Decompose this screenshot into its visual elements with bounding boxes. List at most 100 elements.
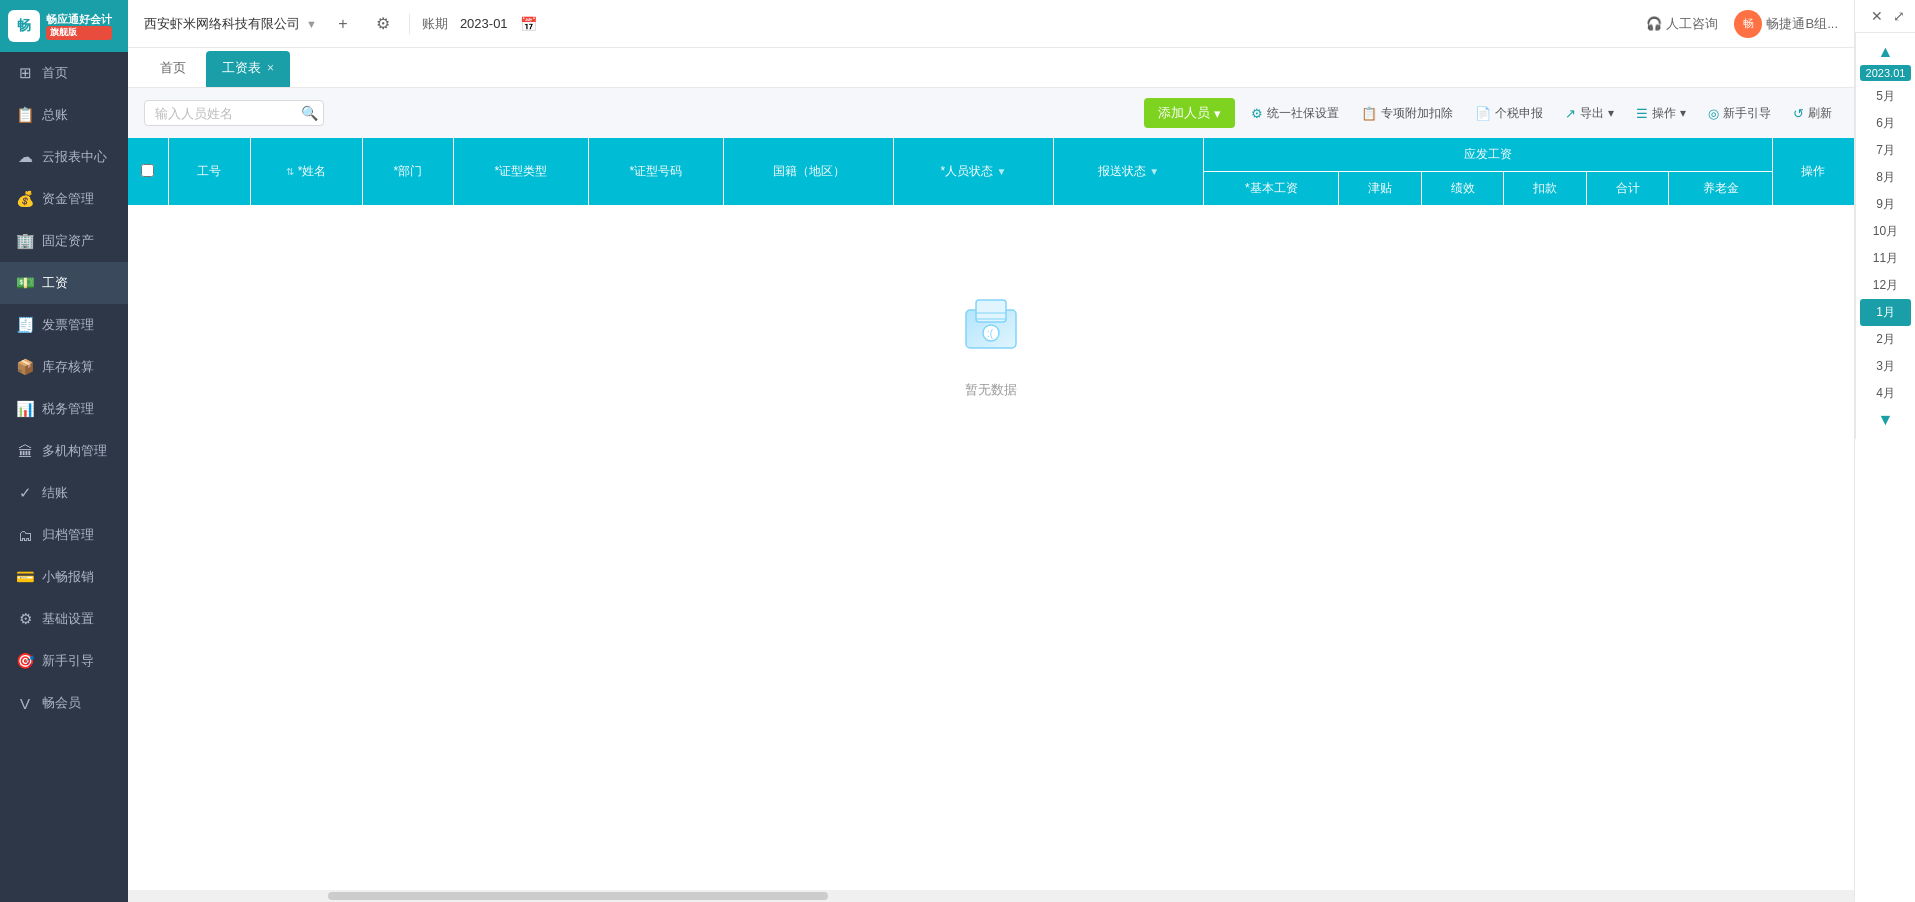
sidebar-icon-15: V bbox=[16, 695, 34, 712]
export-button[interactable]: ↗ 导出 ▾ bbox=[1559, 101, 1620, 126]
sort-name-icon[interactable]: ⇅ bbox=[286, 166, 294, 177]
social-security-button[interactable]: ⚙ 统一社保设置 bbox=[1245, 101, 1345, 126]
sidebar-item-小畅报销[interactable]: 💳 小畅报销 bbox=[0, 556, 128, 598]
month-item-3月[interactable]: 3月 bbox=[1860, 353, 1912, 380]
sidebar: 畅 畅应通好会计 旗舰版 ⊞ 首页📋 总账☁ 云报表中心💰 资金管理🏢 固定资产… bbox=[0, 0, 128, 902]
settings-button[interactable]: ⚙ bbox=[369, 10, 397, 38]
sidebar-label-10: 结账 bbox=[42, 484, 68, 502]
sidebar-icon-12: 💳 bbox=[16, 568, 34, 586]
sidebar-item-多机构管理[interactable]: 🏛 多机构管理 bbox=[0, 430, 128, 472]
special-deduction-button[interactable]: 📋 专项附加扣除 bbox=[1355, 101, 1459, 126]
month-item-12月[interactable]: 12月 bbox=[1860, 272, 1912, 299]
sidebar-item-税务管理[interactable]: 📊 税务管理 bbox=[0, 388, 128, 430]
top-bar: 西安虾米网络科技有限公司 ▼ + ⚙ 账期 2023-01 📅 🎧 人工咨询 畅… bbox=[128, 0, 1854, 48]
sidebar-icon-9: 🏛 bbox=[16, 443, 34, 460]
year-down-nav[interactable]: ▼ bbox=[1874, 407, 1898, 433]
tab-home[interactable]: 首页 bbox=[144, 51, 202, 87]
sidebar-item-结账[interactable]: ✓ 结账 bbox=[0, 472, 128, 514]
add-company-button[interactable]: + bbox=[329, 10, 357, 38]
month-item-6月[interactable]: 6月 bbox=[1860, 110, 1912, 137]
refresh-button[interactable]: ↺ 刷新 bbox=[1787, 101, 1838, 126]
tax-declaration-button[interactable]: 📄 个税申报 bbox=[1469, 101, 1549, 126]
sidebar-item-新手引导[interactable]: 🎯 新手引导 bbox=[0, 640, 128, 682]
panel-expand-button[interactable]: ⤢ bbox=[1891, 6, 1907, 26]
app-logo: 畅 畅应通好会计 旗舰版 bbox=[0, 0, 128, 52]
sidebar-item-畅会员[interactable]: V 畅会员 bbox=[0, 682, 128, 724]
tab-payroll[interactable]: 工资表 × bbox=[206, 51, 290, 87]
company-dropdown-arrow: ▼ bbox=[306, 18, 317, 30]
tax-icon: 📄 bbox=[1475, 106, 1491, 121]
export-icon: ↗ bbox=[1565, 106, 1576, 121]
sidebar-icon-2: ☁ bbox=[16, 148, 34, 166]
panel-close-button[interactable]: ✕ bbox=[1869, 6, 1885, 26]
sidebar-label-7: 库存核算 bbox=[42, 358, 94, 376]
th-checkbox[interactable] bbox=[128, 138, 168, 205]
sidebar-item-总账[interactable]: 📋 总账 bbox=[0, 94, 128, 136]
sidebar-label-0: 首页 bbox=[42, 64, 68, 82]
filter-report-icon[interactable]: ▼ bbox=[1149, 166, 1159, 177]
month-item-10月[interactable]: 10月 bbox=[1860, 218, 1912, 245]
month-item-4月[interactable]: 4月 bbox=[1860, 380, 1912, 407]
sidebar-item-发票管理[interactable]: 🧾 发票管理 bbox=[0, 304, 128, 346]
month-item-11月[interactable]: 11月 bbox=[1860, 245, 1912, 272]
sidebar-label-5: 工资 bbox=[42, 274, 68, 292]
sidebar-item-固定资产[interactable]: 🏢 固定资产 bbox=[0, 220, 128, 262]
sidebar-label-13: 基础设置 bbox=[42, 610, 94, 628]
month-item-5月[interactable]: 5月 bbox=[1860, 83, 1912, 110]
service-button[interactable]: 🎧 人工咨询 bbox=[1646, 15, 1718, 33]
sidebar-item-库存核算[interactable]: 📦 库存核算 bbox=[0, 346, 128, 388]
th-pension: 养老金 bbox=[1669, 172, 1773, 206]
top-bar-right: 🎧 人工咨询 畅 畅捷通B组... bbox=[1646, 10, 1838, 38]
sidebar-item-工资[interactable]: 💵 工资 bbox=[0, 262, 128, 304]
filter-status-icon[interactable]: ▼ bbox=[997, 166, 1007, 177]
month-item-7月[interactable]: 7月 bbox=[1860, 137, 1912, 164]
year-label: 2023.01 bbox=[1860, 65, 1912, 81]
search-input[interactable] bbox=[155, 106, 295, 121]
sidebar-label-6: 发票管理 bbox=[42, 316, 94, 334]
month-item-8月[interactable]: 8月 bbox=[1860, 164, 1912, 191]
divider-1 bbox=[409, 14, 410, 34]
calendar-icon[interactable]: 📅 bbox=[520, 16, 537, 32]
select-all-checkbox[interactable] bbox=[141, 164, 154, 177]
th-actions: 操作 bbox=[1772, 138, 1854, 205]
sidebar-label-8: 税务管理 bbox=[42, 400, 94, 418]
empty-icon: :( bbox=[951, 285, 1031, 365]
company-selector[interactable]: 西安虾米网络科技有限公司 ▼ bbox=[144, 15, 317, 33]
empty-state: :( 暂无数据 bbox=[128, 205, 1854, 479]
tab-close-button[interactable]: × bbox=[267, 61, 274, 75]
toolbar-actions: 添加人员 ▾ ⚙ 统一社保设置 📋 专项附加扣除 📄 个税申报 ↗ 导出 bbox=[1144, 98, 1838, 128]
panel-controls: ✕ ⤢ bbox=[1855, 0, 1915, 33]
month-item-1月[interactable]: 1月 bbox=[1860, 299, 1912, 326]
sidebar-icon-8: 📊 bbox=[16, 400, 34, 418]
sidebar-item-归档管理[interactable]: 🗂 归档管理 bbox=[0, 514, 128, 556]
deduction-icon: 📋 bbox=[1361, 106, 1377, 121]
month-item-9月[interactable]: 9月 bbox=[1860, 191, 1912, 218]
sidebar-label-14: 新手引导 bbox=[42, 652, 94, 670]
sidebar-label-12: 小畅报销 bbox=[42, 568, 94, 586]
period-label: 账期 bbox=[422, 15, 448, 33]
sidebar-item-首页[interactable]: ⊞ 首页 bbox=[0, 52, 128, 94]
payroll-table: 工号 ⇅ *姓名 *部门 *证型类型 *证型号码 bbox=[128, 138, 1854, 479]
th-basic-salary: *基本工资 bbox=[1204, 172, 1339, 206]
sidebar-item-资金管理[interactable]: 💰 资金管理 bbox=[0, 178, 128, 220]
operations-button[interactable]: ☰ 操作 ▾ bbox=[1630, 101, 1692, 126]
add-person-button[interactable]: 添加人员 ▾ bbox=[1144, 98, 1235, 128]
table-scrollbar[interactable] bbox=[128, 890, 1854, 902]
dropdown-arrow-icon: ▾ bbox=[1214, 106, 1221, 121]
user-profile[interactable]: 畅 畅捷通B组... bbox=[1734, 10, 1838, 38]
th-department: *部门 bbox=[362, 138, 453, 205]
sidebar-item-云报表中心[interactable]: ☁ 云报表中心 bbox=[0, 136, 128, 178]
sidebar-icon-4: 🏢 bbox=[16, 232, 34, 250]
tab-bar: 首页 工资表 × bbox=[128, 48, 1854, 88]
scrollbar-thumb[interactable] bbox=[328, 892, 828, 900]
sidebar-icon-0: ⊞ bbox=[16, 64, 34, 82]
th-report-status: 报送状态 ▼ bbox=[1053, 138, 1204, 205]
toolbar: 🔍 添加人员 ▾ ⚙ 统一社保设置 📋 专项附加扣除 📄 个税申报 bbox=[128, 88, 1854, 138]
guide-button[interactable]: ◎ 新手引导 bbox=[1702, 101, 1777, 126]
th-deductions: 扣款 bbox=[1504, 172, 1586, 206]
month-item-2月[interactable]: 2月 bbox=[1860, 326, 1912, 353]
sidebar-item-基础设置[interactable]: ⚙ 基础设置 bbox=[0, 598, 128, 640]
year-up-nav[interactable]: ▲ bbox=[1874, 39, 1898, 65]
search-icon: 🔍 bbox=[301, 105, 318, 121]
th-employee-id: 工号 bbox=[168, 138, 250, 205]
